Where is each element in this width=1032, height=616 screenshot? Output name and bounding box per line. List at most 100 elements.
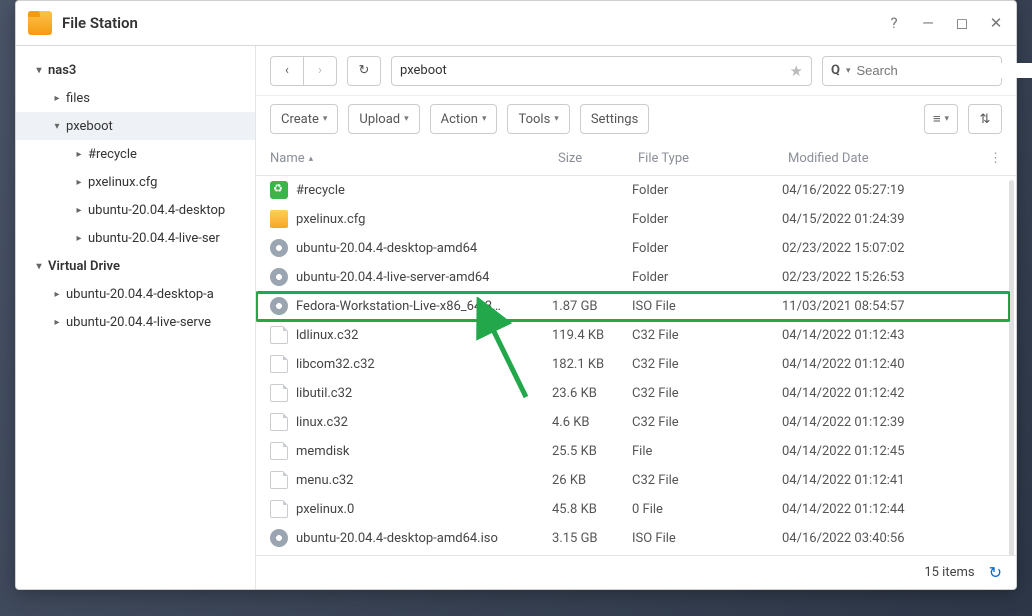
file-date: 04/15/2022 01:24:39 [782, 212, 982, 227]
file-type: Folder [632, 183, 782, 198]
col-name[interactable]: Name ▴ [270, 151, 558, 166]
tree-item[interactable]: ▸files [16, 84, 255, 112]
chevron-icon: ▸ [74, 205, 84, 216]
col-type[interactable]: File Type [638, 151, 788, 166]
file-icon [270, 442, 288, 460]
file-size: 119.4 KB [552, 328, 632, 343]
app-title: File Station [62, 14, 138, 32]
tree-root-virtual-drive[interactable]: ▾ Virtual Drive [16, 252, 255, 280]
file-icon [270, 500, 288, 518]
file-type: ISO File [632, 299, 782, 314]
refresh-icon[interactable]: ↻ [989, 563, 1002, 582]
recycle-icon [270, 181, 288, 199]
tree-root-nas3[interactable]: ▾ nas3 [16, 56, 255, 84]
back-button[interactable]: ‹ [270, 56, 304, 86]
forward-button[interactable]: › [303, 56, 337, 86]
table-row[interactable]: menu.c3226 KBC32 File04/14/2022 01:12:41 [256, 466, 1010, 495]
file-type: Folder [632, 270, 782, 285]
file-size: 182.1 KB [552, 357, 632, 372]
file-type: C32 File [632, 415, 782, 430]
file-list: Name ▴ Size File Type Modified Date ⋮ #r… [256, 142, 1016, 555]
search-icon: Q [831, 63, 840, 78]
file-size: 4.6 KB [552, 415, 632, 430]
file-size: 1.87 GB [552, 299, 632, 314]
create-button[interactable]: Create▾ [270, 104, 338, 134]
titlebar: File Station ? — ◻ ✕ [16, 1, 1016, 45]
table-row[interactable]: ubuntu-20.04.4-desktop-amd64Folder02/23/… [256, 234, 1010, 263]
path-text: pxeboot [400, 63, 447, 78]
file-date: 04/16/2022 05:27:19 [782, 183, 982, 198]
file-name: pxelinux.0 [296, 502, 354, 517]
file-date: 04/16/2022 03:40:56 [782, 531, 982, 546]
tree-item[interactable]: ▸ubuntu-20.04.4-desktop-a [16, 280, 255, 308]
star-icon[interactable]: ★ [790, 62, 803, 80]
table-row[interactable]: Fedora-Workstation-Live-x86_64-3…1.87 GB… [256, 292, 1010, 321]
action-button[interactable]: Action▾ [430, 104, 498, 134]
table-row[interactable]: ubuntu-20.04.4-live-server-amd64…1.24 GB… [256, 553, 1010, 555]
file-icon [270, 326, 288, 344]
chevron-down-icon[interactable]: ▾ [846, 66, 851, 76]
chevron-down-icon: ▾ [34, 261, 44, 272]
view-mode-button[interactable]: ≡▾ [924, 104, 958, 134]
file-date: 11/03/2021 08:54:57 [782, 299, 982, 314]
sort-button[interactable]: ⇅ [968, 104, 1002, 134]
file-date: 04/14/2022 01:12:43 [782, 328, 982, 343]
reload-button[interactable]: ↻ [347, 56, 381, 86]
col-size[interactable]: Size [558, 151, 638, 166]
file-size: 3.15 GB [552, 531, 632, 546]
minimize-icon[interactable]: — [920, 16, 936, 31]
file-station-window: File Station ? — ◻ ✕ ▾ nas3 ▸files▾pxebo… [15, 0, 1017, 590]
file-icon [270, 384, 288, 402]
tools-button[interactable]: Tools▾ [507, 104, 569, 134]
tree-item[interactable]: ▸ubuntu-20.04.4-desktop [16, 196, 255, 224]
table-row[interactable]: libcom32.c32182.1 KBC32 File04/14/2022 0… [256, 350, 1010, 379]
file-size: 23.6 KB [552, 386, 632, 401]
settings-button[interactable]: Settings [580, 104, 649, 134]
iso-icon [270, 239, 288, 257]
file-date: 04/14/2022 01:12:39 [782, 415, 982, 430]
table-row[interactable]: ubuntu-20.04.4-desktop-amd64.iso3.15 GBI… [256, 524, 1010, 553]
file-name: pxelinux.cfg [296, 212, 365, 227]
statusbar: 15 items ↻ [256, 555, 1016, 589]
chevron-icon: ▾ [52, 121, 62, 132]
table-row[interactable]: pxelinux.cfgFolder04/15/2022 01:24:39 [256, 205, 1010, 234]
search-box[interactable]: Q▾ [822, 56, 1002, 86]
table-row[interactable]: #recycleFolder04/16/2022 05:27:19 [256, 176, 1010, 205]
close-icon[interactable]: ✕ [988, 16, 1004, 31]
path-input[interactable]: pxeboot ★ [391, 56, 812, 86]
upload-button[interactable]: Upload▾ [348, 104, 419, 134]
tree-item[interactable]: ▾pxeboot [16, 112, 255, 140]
file-size: 45.8 KB [552, 502, 632, 517]
folder-icon [270, 210, 288, 228]
iso-icon [270, 268, 288, 286]
file-name: ubuntu-20.04.4-desktop-amd64 [296, 241, 477, 256]
file-type: File [632, 444, 782, 459]
app-icon [28, 11, 52, 35]
file-type: C32 File [632, 386, 782, 401]
file-icon [270, 355, 288, 373]
table-row[interactable]: pxelinux.045.8 KB0 File04/14/2022 01:12:… [256, 495, 1010, 524]
tree-item[interactable]: ▸ubuntu-20.04.4-live-serve [16, 308, 255, 336]
scrollbar[interactable] [1009, 180, 1014, 555]
file-icon [270, 413, 288, 431]
maximize-icon[interactable]: ◻ [954, 16, 970, 31]
col-menu-icon[interactable]: ⋮ [988, 151, 1002, 166]
table-row[interactable]: libutil.c3223.6 KBC32 File04/14/2022 01:… [256, 379, 1010, 408]
iso-icon [270, 529, 288, 547]
help-icon[interactable]: ? [886, 16, 902, 31]
table-row[interactable]: ldlinux.c32119.4 KBC32 File04/14/2022 01… [256, 321, 1010, 350]
item-count: 15 items [924, 565, 974, 580]
table-row[interactable]: memdisk25.5 KBFile04/14/2022 01:12:45 [256, 437, 1010, 466]
tree-item[interactable]: ▸ubuntu-20.04.4-live-ser [16, 224, 255, 252]
file-date: 04/14/2022 01:12:45 [782, 444, 982, 459]
file-type: C32 File [632, 357, 782, 372]
tree-item[interactable]: ▸#recycle [16, 140, 255, 168]
tree-item[interactable]: ▸pxelinux.cfg [16, 168, 255, 196]
iso-icon [270, 297, 288, 315]
file-date: 04/14/2022 01:12:42 [782, 386, 982, 401]
table-row[interactable]: linux.c324.6 KBC32 File04/14/2022 01:12:… [256, 408, 1010, 437]
chevron-icon: ▸ [52, 317, 62, 328]
search-input[interactable] [857, 63, 1032, 78]
col-date[interactable]: Modified Date [788, 151, 988, 166]
table-row[interactable]: ubuntu-20.04.4-live-server-amd64Folder02… [256, 263, 1010, 292]
